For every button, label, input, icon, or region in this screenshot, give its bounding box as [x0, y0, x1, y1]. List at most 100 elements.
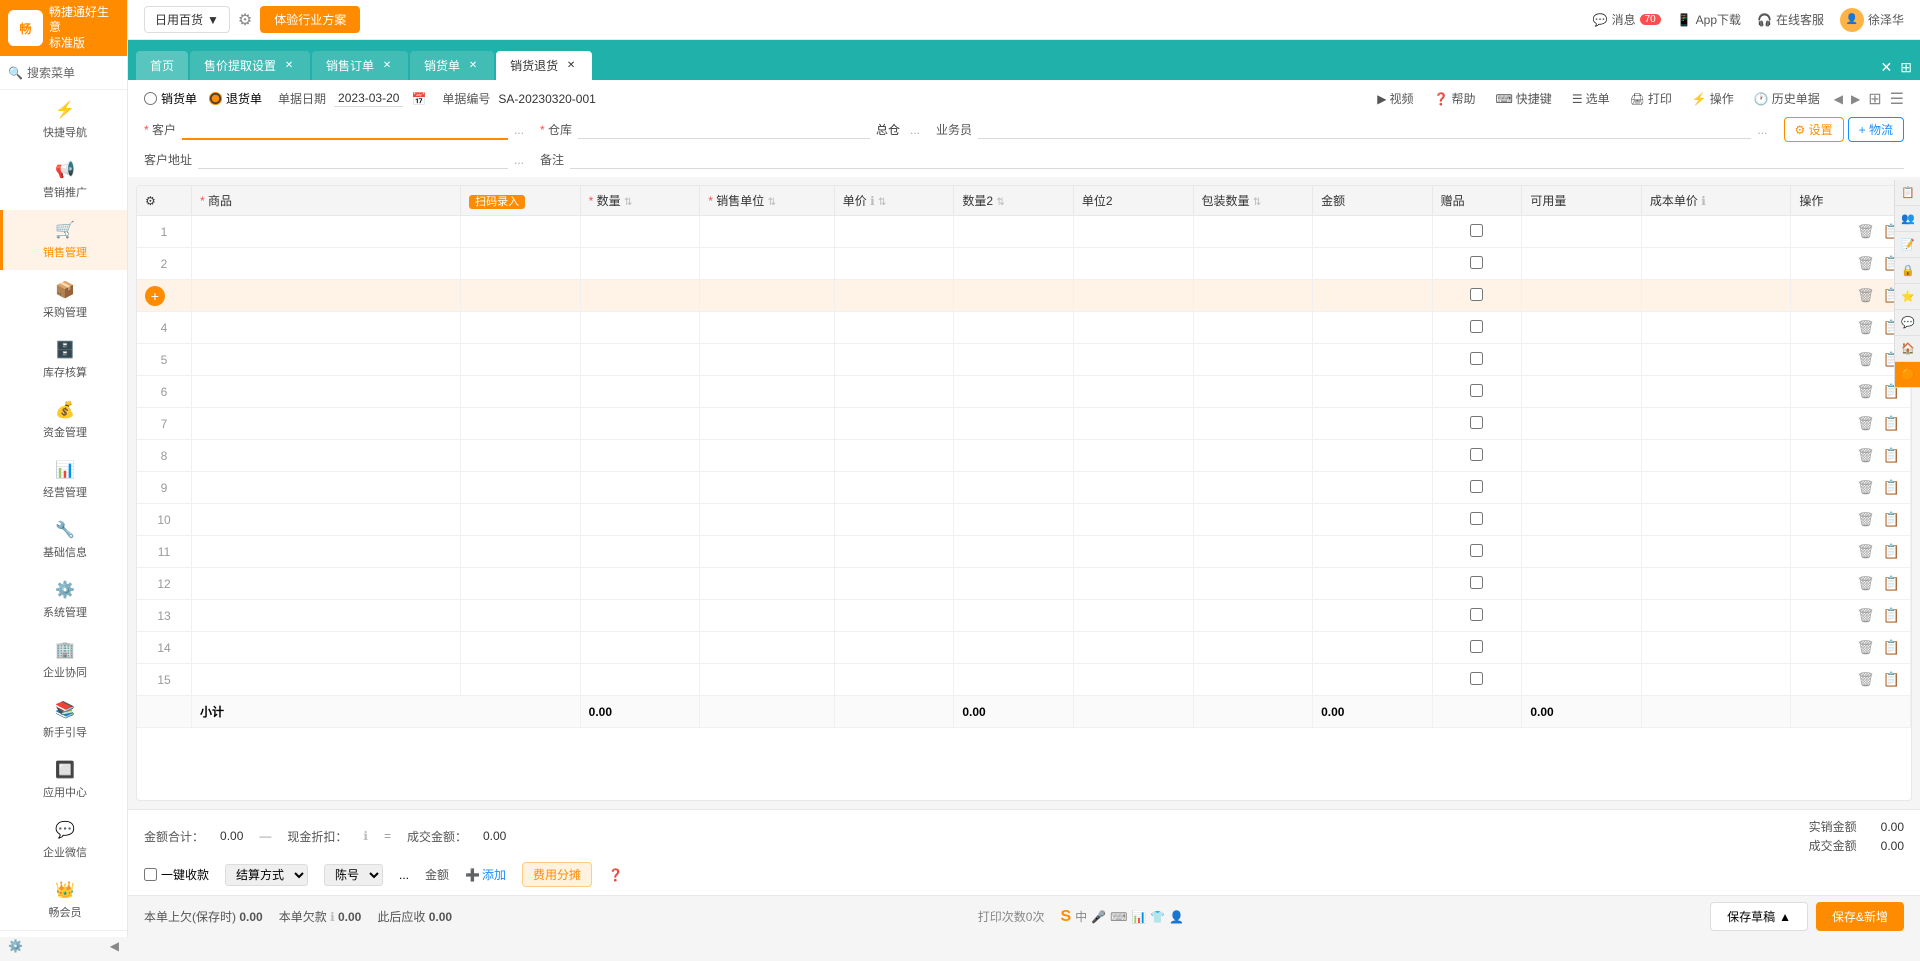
delete-row-8[interactable]: 🗑 — [1855, 445, 1877, 466]
collapse-icon[interactable]: ◀ — [110, 939, 119, 953]
account-no-select[interactable]: 陈号 — [324, 864, 383, 886]
operate-btn[interactable]: ⚡ 操作 — [1686, 88, 1740, 109]
delete-row-5[interactable]: 🗑 — [1855, 349, 1877, 370]
debt-info-icon[interactable]: ℹ — [330, 910, 335, 924]
qty2-sort-icon[interactable]: ⇅ — [996, 197, 1004, 208]
settings-icon[interactable]: ⚙️ — [8, 939, 23, 953]
salesman-select-btn[interactable]: ... — [1757, 123, 1767, 137]
experience-btn[interactable]: 体验行业方案 — [260, 6, 360, 33]
sidebar-item-purchase[interactable]: 📦 采购管理 — [0, 270, 127, 330]
copy-row-8[interactable]: 📋 — [1881, 445, 1902, 466]
sidebar-item-marketing[interactable]: 📢 营销推广 — [0, 150, 127, 210]
cost-info-icon[interactable]: ℹ — [1701, 194, 1706, 208]
gift-checkbox-10[interactable] — [1470, 512, 1483, 525]
gift-checkbox-6[interactable] — [1470, 384, 1483, 397]
gift-checkbox-7[interactable] — [1470, 416, 1483, 429]
add-row-btn[interactable]: + — [145, 286, 165, 306]
delete-row-4[interactable]: 🗑 — [1855, 317, 1877, 338]
right-panel-star[interactable]: ⭐ — [1895, 284, 1920, 310]
gift-checkbox-15[interactable] — [1470, 672, 1483, 685]
delete-row-9[interactable]: 🗑 — [1855, 477, 1877, 498]
delete-row-13[interactable]: 🗑 — [1855, 605, 1877, 626]
warehouse-input[interactable] — [578, 120, 870, 139]
delete-row-7[interactable]: 🗑 — [1855, 413, 1877, 434]
tab-home[interactable]: 首页 — [136, 51, 188, 80]
gift-checkbox-11[interactable] — [1470, 544, 1483, 557]
select-btn[interactable]: ☰ 选单 — [1566, 88, 1616, 109]
search-menu[interactable]: 🔍 搜索菜单 — [0, 56, 127, 90]
gift-checkbox-4[interactable] — [1470, 320, 1483, 333]
logistics-btn[interactable]: + 物流 — [1848, 117, 1904, 142]
sidebar-item-quick-nav[interactable]: ⚡ 快捷导航 — [0, 90, 127, 150]
warehouse-select-btn[interactable]: ... — [910, 123, 920, 137]
sidebar-item-operation[interactable]: 📊 经营管理 — [0, 450, 127, 510]
settings-gear-icon[interactable]: ⚙ — [238, 10, 252, 30]
remark-input[interactable] — [570, 150, 1904, 169]
setting-btn[interactable]: ⚙ 设置 — [1784, 117, 1844, 142]
tab-sales-order[interactable]: 销售订单 ✕ — [312, 51, 408, 80]
gift-checkbox-2[interactable] — [1470, 256, 1483, 269]
customer-input[interactable] — [182, 120, 508, 140]
close-tab-sales[interactable]: ✕ — [466, 59, 480, 73]
sidebar-item-wechat[interactable]: 💬 企业微信 — [0, 810, 127, 870]
app-download-btn[interactable]: 📱 App下载 — [1677, 11, 1741, 28]
delete-row-11[interactable]: 🗑 — [1855, 541, 1877, 562]
sidebar-item-guide[interactable]: 📚 新手引导 — [0, 690, 127, 750]
col-scan[interactable]: 扫码录入 — [461, 186, 581, 216]
qty-sort-icon[interactable]: ⇅ — [624, 197, 632, 208]
right-panel-lock[interactable]: 🔒 — [1895, 258, 1920, 284]
delete-row-12[interactable]: 🗑 — [1855, 573, 1877, 594]
address-select-btn[interactable]: ... — [514, 153, 524, 167]
address-input[interactable] — [198, 150, 508, 169]
save-new-btn[interactable]: 保存&新增 — [1816, 902, 1904, 931]
video-btn[interactable]: ▶ 视频 — [1371, 88, 1419, 109]
help-btn[interactable]: ❓ 帮助 — [1428, 88, 1482, 109]
close-tab-return[interactable]: ✕ — [564, 59, 578, 73]
sidebar-item-inventory[interactable]: 🗄️ 库存核算 — [0, 330, 127, 390]
delete-row-2-btn[interactable]: 🗑 — [1855, 253, 1877, 274]
industry-select[interactable]: 日用百货 ▼ — [144, 6, 230, 33]
sidebar-item-basic[interactable]: 🔧 基础信息 — [0, 510, 127, 570]
sidebar-item-member[interactable]: 👑 畅会员 — [0, 870, 127, 930]
customer-select-btn[interactable]: ... — [514, 123, 524, 137]
gift-checkbox-14[interactable] — [1470, 640, 1483, 653]
copy-row-14[interactable]: 📋 — [1881, 637, 1902, 658]
right-panel-chat[interactable]: 💬 — [1895, 310, 1920, 336]
discount-info-icon[interactable]: ℹ — [363, 829, 368, 843]
user-profile[interactable]: 👤 徐泽华 — [1840, 8, 1904, 32]
fee-help-icon[interactable]: ❓ — [608, 868, 623, 882]
close-tab-price[interactable]: ✕ — [282, 59, 296, 73]
copy-row-9[interactable]: 📋 — [1881, 477, 1902, 498]
gift-checkbox-3[interactable] — [1470, 288, 1483, 301]
window-close-btn[interactable]: ✕ — [1881, 59, 1893, 76]
sidebar-item-system[interactable]: ⚙️ 系统管理 — [0, 570, 127, 630]
salesman-input[interactable] — [978, 120, 1751, 139]
right-panel-home[interactable]: 🏠 — [1895, 336, 1920, 362]
online-service-btn[interactable]: 🎧 在线客服 — [1757, 11, 1824, 28]
right-panel-users[interactable]: 👥 — [1895, 206, 1920, 232]
gift-checkbox-5[interactable] — [1470, 352, 1483, 365]
print-btn[interactable]: 🖨 打印 — [1624, 88, 1678, 109]
shortcut-btn[interactable]: ⌨ 快捷键 — [1489, 88, 1557, 109]
gift-checkbox-1[interactable] — [1470, 224, 1483, 237]
copy-row-11[interactable]: 📋 — [1881, 541, 1902, 562]
message-btn[interactable]: 💬 消息 70 — [1593, 11, 1661, 28]
list-view-btn[interactable]: ☰ — [1890, 89, 1904, 109]
product-input-3[interactable] — [200, 289, 452, 303]
fee-split-btn[interactable]: 费用分摊 — [522, 862, 592, 887]
prev-doc-btn[interactable]: ◀ — [1834, 92, 1843, 106]
right-panel-active[interactable]: 🟠 — [1895, 362, 1920, 388]
radio-return[interactable]: 退货单 — [209, 90, 262, 107]
delete-row-6[interactable]: 🗑 — [1855, 381, 1877, 402]
price-sort-icon[interactable]: ⇅ — [878, 197, 886, 208]
gift-checkbox-13[interactable] — [1470, 608, 1483, 621]
tab-sales-return[interactable]: 销货退货 ✕ — [496, 51, 592, 80]
radio-sales[interactable]: 销货单 — [144, 90, 197, 107]
sidebar-item-finance[interactable]: 💰 资金管理 — [0, 390, 127, 450]
delete-row-3-btn[interactable]: 🗑 — [1855, 285, 1877, 306]
copy-row-12[interactable]: 📋 — [1881, 573, 1902, 594]
delete-row-15[interactable]: 🗑 — [1855, 669, 1877, 690]
tab-sales[interactable]: 销货单 ✕ — [410, 51, 494, 80]
price-info-icon[interactable]: ℹ — [870, 194, 875, 208]
grid-view-btn[interactable]: ⊞ — [1868, 89, 1881, 109]
